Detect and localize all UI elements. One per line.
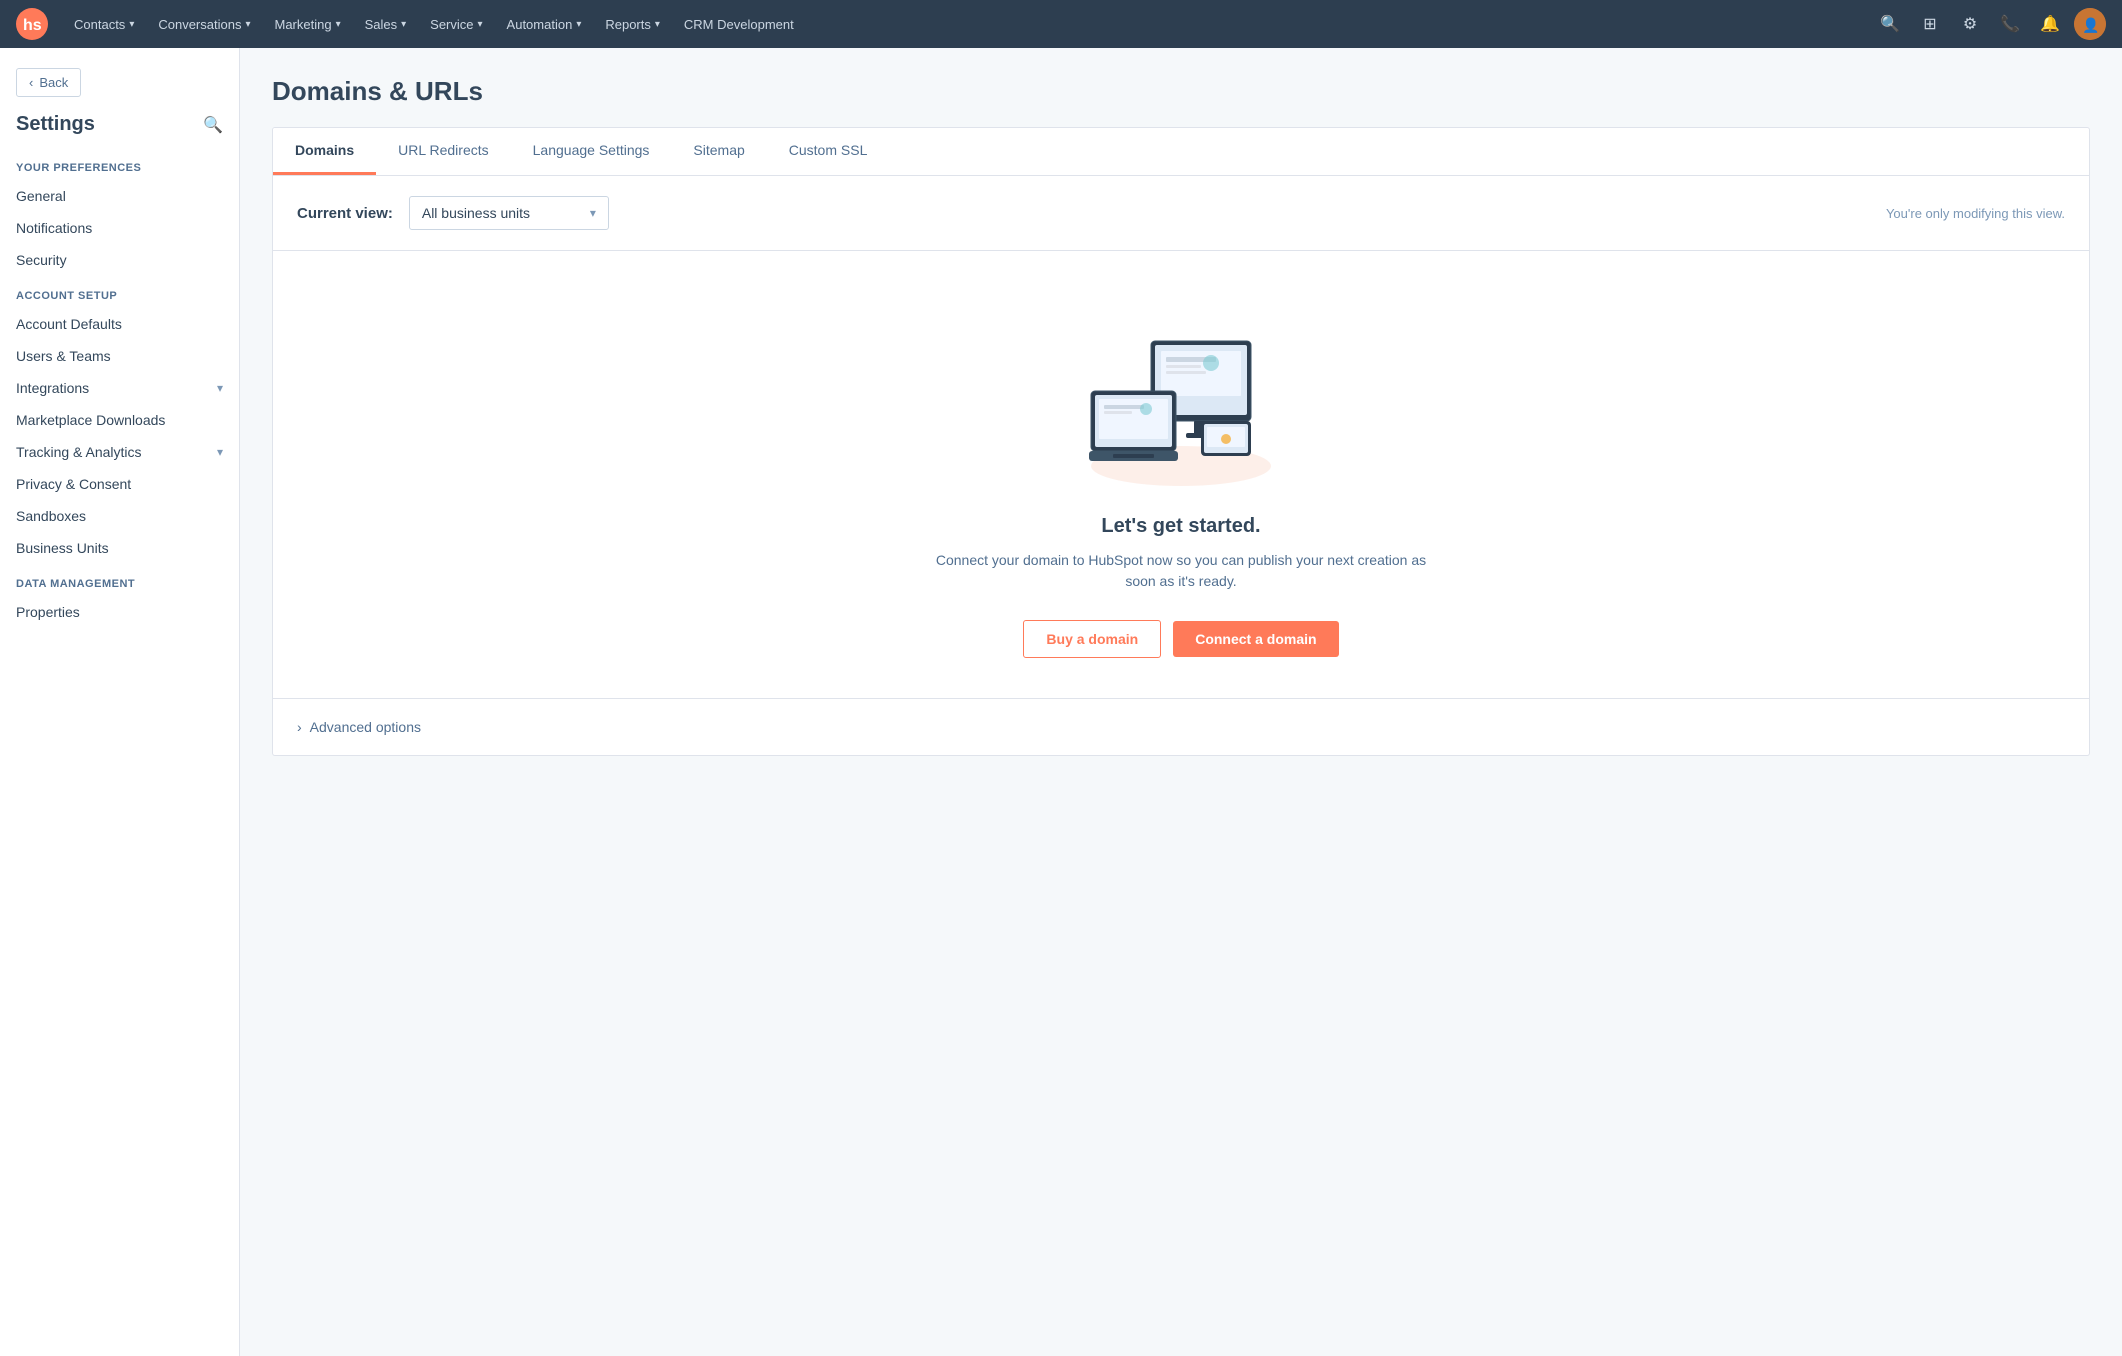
- contacts-chevron-icon: ▾: [129, 19, 134, 30]
- nav-marketing[interactable]: Marketing ▾: [264, 11, 350, 38]
- search-icon[interactable]: 🔍: [1874, 8, 1906, 40]
- app-layout: ‹ Back Settings 🔍 Your Preferences Gener…: [0, 48, 2122, 1356]
- notifications-icon[interactable]: 🔔: [2034, 8, 2066, 40]
- user-avatar[interactable]: 👤: [2074, 8, 2106, 40]
- current-view-note: You're only modifying this view.: [1886, 206, 2065, 221]
- current-view-left: Current view: All business units ▾: [297, 196, 609, 230]
- sidebar-item-users-teams[interactable]: Users & Teams: [0, 340, 239, 372]
- back-button[interactable]: ‹ Back: [16, 68, 81, 97]
- tracking-chevron-icon: ▾: [217, 445, 223, 459]
- sidebar-item-notifications[interactable]: Notifications: [0, 212, 239, 244]
- service-chevron-icon: ▾: [478, 19, 483, 30]
- current-view-bar: Current view: All business units ▾ You'r…: [273, 176, 2089, 251]
- sidebar-item-account-defaults[interactable]: Account Defaults: [0, 308, 239, 340]
- reports-chevron-icon: ▾: [655, 19, 660, 30]
- sidebar-title: Settings: [16, 113, 95, 136]
- settings-icon[interactable]: ⚙: [1954, 8, 1986, 40]
- buy-domain-button[interactable]: Buy a domain: [1023, 620, 1161, 658]
- empty-state: Let's get started. Connect your domain t…: [273, 251, 2089, 698]
- sidebar-item-general[interactable]: General: [0, 180, 239, 212]
- sidebar-item-marketplace-downloads[interactable]: Marketplace Downloads: [0, 404, 239, 436]
- integrations-chevron-icon: ▾: [217, 381, 223, 395]
- sidebar-item-properties[interactable]: Properties: [0, 596, 239, 628]
- nav-sales[interactable]: Sales ▾: [355, 11, 417, 38]
- section-label-preferences: Your Preferences: [0, 148, 239, 180]
- nav-conversations[interactable]: Conversations ▾: [148, 11, 260, 38]
- nav-service[interactable]: Service ▾: [420, 11, 492, 38]
- sidebar-item-security[interactable]: Security: [0, 244, 239, 276]
- main-content: Domains & URLs Domains URL Redirects Lan…: [240, 48, 2122, 1356]
- back-arrow-icon: ‹: [29, 75, 33, 90]
- sidebar-search-icon[interactable]: 🔍: [203, 115, 223, 135]
- topnav: hs Contacts ▾ Conversations ▾ Marketing …: [0, 0, 2122, 48]
- sidebar-item-integrations[interactable]: Integrations ▾: [0, 372, 239, 404]
- svg-text:hs: hs: [23, 17, 42, 34]
- content-panel: Current view: All business units ▾ You'r…: [272, 176, 2090, 756]
- section-label-account-setup: Account Setup: [0, 276, 239, 308]
- tab-url-redirects[interactable]: URL Redirects: [376, 128, 511, 175]
- sidebar: ‹ Back Settings 🔍 Your Preferences Gener…: [0, 48, 240, 1356]
- nav-crm-development[interactable]: CRM Development: [674, 11, 804, 38]
- sales-chevron-icon: ▾: [401, 19, 406, 30]
- business-units-dropdown[interactable]: All business units ▾: [409, 196, 609, 230]
- nav-automation[interactable]: Automation ▾: [497, 11, 592, 38]
- sidebar-header: Settings 🔍: [0, 113, 239, 148]
- phone-icon[interactable]: 📞: [1994, 8, 2026, 40]
- automation-chevron-icon: ▾: [576, 19, 581, 30]
- current-view-label: Current view:: [297, 205, 393, 222]
- tab-language-settings[interactable]: Language Settings: [511, 128, 672, 175]
- sidebar-item-tracking-analytics[interactable]: Tracking & Analytics ▾: [0, 436, 239, 468]
- svg-text:👤: 👤: [2082, 17, 2099, 34]
- sidebar-item-sandboxes[interactable]: Sandboxes: [0, 500, 239, 532]
- page-title: Domains & URLs: [272, 76, 2090, 107]
- tab-custom-ssl[interactable]: Custom SSL: [767, 128, 890, 175]
- hubspot-logo[interactable]: hs: [16, 8, 48, 40]
- tab-sitemap[interactable]: Sitemap: [671, 128, 766, 175]
- empty-state-actions: Buy a domain Connect a domain: [1023, 620, 1338, 658]
- dropdown-chevron-icon: ▾: [590, 206, 596, 220]
- tab-domains[interactable]: Domains: [273, 128, 376, 175]
- tabs-bar: Domains URL Redirects Language Settings …: [272, 127, 2090, 176]
- empty-state-title: Let's get started.: [1101, 515, 1260, 538]
- sidebar-item-privacy-consent[interactable]: Privacy & Consent: [0, 468, 239, 500]
- conversations-chevron-icon: ▾: [245, 19, 250, 30]
- empty-state-description: Connect your domain to HubSpot now so yo…: [931, 550, 1431, 592]
- connect-domain-button[interactable]: Connect a domain: [1173, 621, 1338, 657]
- domains-illustration: [1061, 311, 1301, 491]
- nav-contacts[interactable]: Contacts ▾: [64, 11, 144, 38]
- marketplace-icon[interactable]: ⊞: [1914, 8, 1946, 40]
- advanced-options-toggle[interactable]: › Advanced options: [273, 698, 2089, 755]
- marketing-chevron-icon: ▾: [336, 19, 341, 30]
- sidebar-item-business-units[interactable]: Business Units: [0, 532, 239, 564]
- advanced-options-chevron-icon: ›: [297, 719, 302, 735]
- topnav-icon-group: 🔍 ⊞ ⚙ 📞 🔔 👤: [1874, 8, 2106, 40]
- section-label-data-management: Data Management: [0, 564, 239, 596]
- nav-reports[interactable]: Reports ▾: [595, 11, 670, 38]
